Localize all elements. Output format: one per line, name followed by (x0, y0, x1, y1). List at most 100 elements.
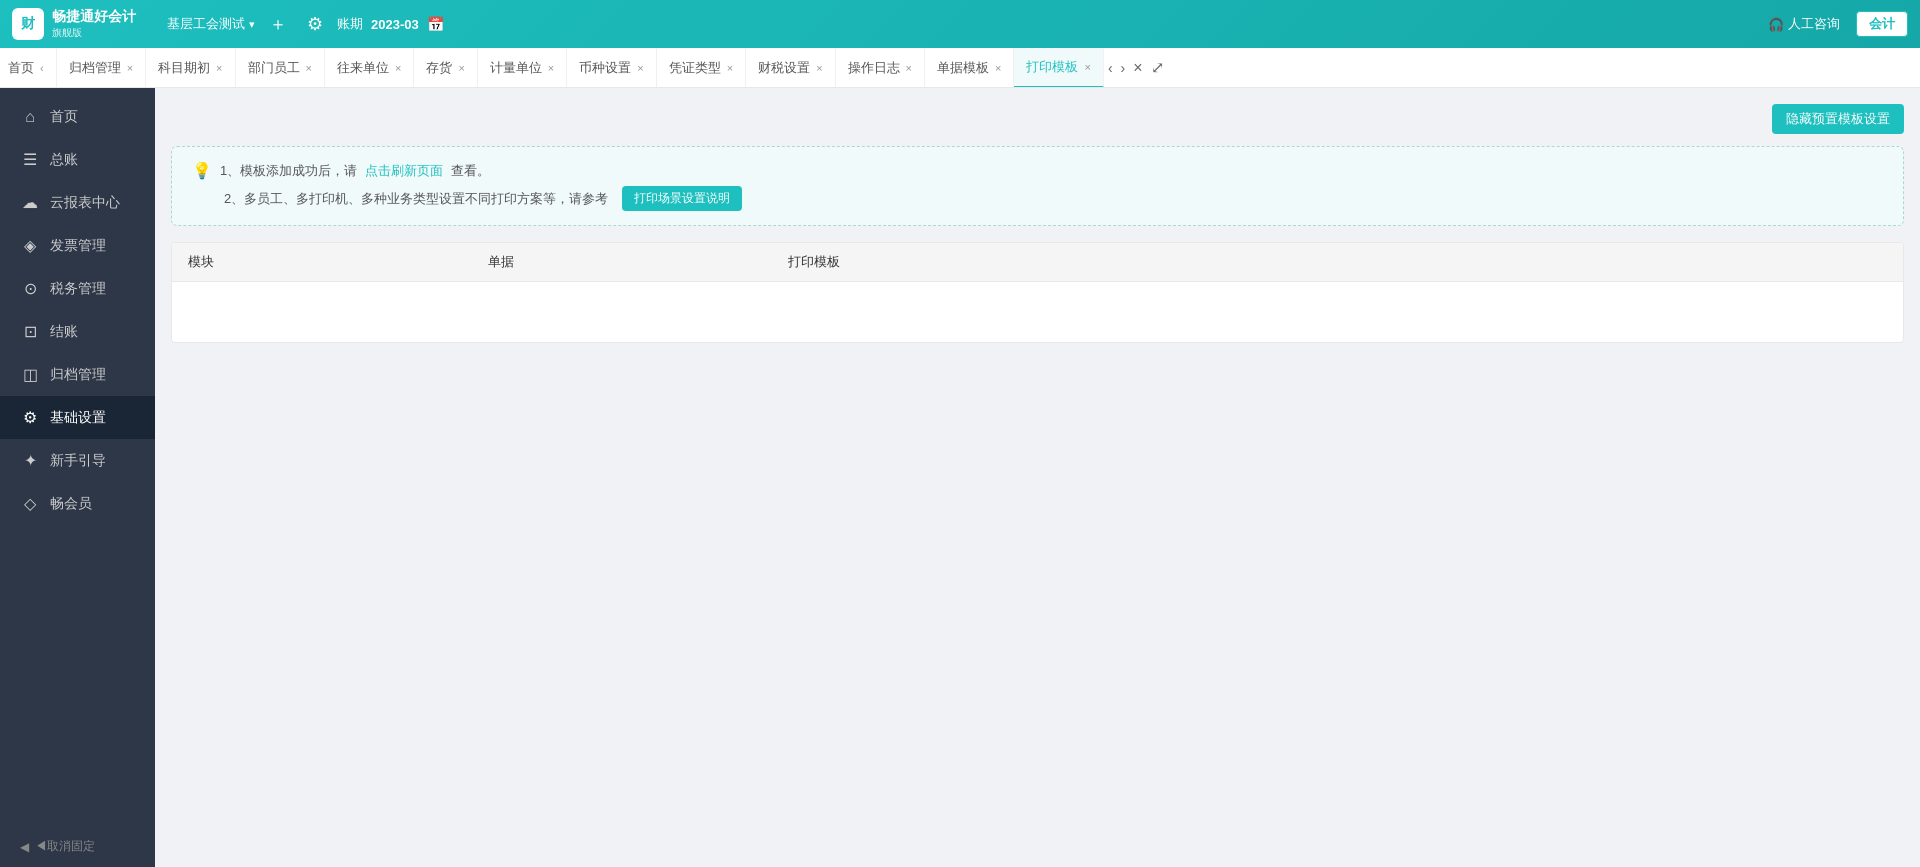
sidebar-item-invoice[interactable]: ◈ 发票管理 (0, 224, 155, 267)
tab-print-template[interactable]: 打印模板 × (1014, 48, 1103, 88)
sidebar-item-report[interactable]: ☁ 云报表中心 (0, 181, 155, 224)
tab-tax-label: 财税设置 (758, 59, 810, 77)
home-icon: ⌂ (20, 108, 40, 126)
tab-currency-label: 币种设置 (579, 59, 631, 77)
tab-tax-close-icon[interactable]: × (816, 62, 822, 74)
logo-name: 畅捷通好会计 (52, 8, 136, 26)
tab-staff-label: 部门员工 (248, 59, 300, 77)
tab-log-close-icon[interactable]: × (906, 62, 912, 74)
tab-log[interactable]: 操作日志 × (836, 48, 925, 88)
sidebar-nav: ⌂ 首页 ☰ 总账 ☁ 云报表中心 ◈ 发票管理 ⊙ 税务管理 ⊡ 结账 (0, 88, 155, 826)
sidebar-item-report-label: 云报表中心 (50, 194, 120, 212)
tab-next-button[interactable]: › (1117, 56, 1130, 80)
tab-unit-label: 往来单位 (337, 59, 389, 77)
tab-archive-close-icon[interactable]: × (127, 62, 133, 74)
col-header-template: 打印模板 (772, 243, 1903, 281)
bulb-icon: 💡 (192, 161, 212, 180)
period-value: 2023-03 (371, 17, 419, 32)
chevron-down-icon: ▾ (249, 18, 255, 31)
logo-icon: 财 (12, 8, 44, 40)
tab-measure[interactable]: 计量单位 × (478, 48, 567, 88)
add-tab-button[interactable]: ＋ (263, 8, 293, 40)
service-button[interactable]: 🎧 人工咨询 (1760, 11, 1848, 37)
kuaiji-button[interactable]: 会计 (1856, 11, 1908, 37)
refresh-page-link[interactable]: 点击刷新页面 (365, 162, 443, 180)
tab-document-template[interactable]: 单据模板 × (925, 48, 1014, 88)
tab-inventory-label: 存货 (426, 59, 452, 77)
settings-button[interactable]: ⚙ (301, 9, 329, 39)
tab-log-label: 操作日志 (848, 59, 900, 77)
tab-subject-close-icon[interactable]: × (216, 62, 222, 74)
unpin-label: ◀取消固定 (35, 838, 95, 855)
notice-line-2: 2、多员工、多打印机、多种业务类型设置不同打印方案等，请参考 打印场景设置说明 (192, 186, 1883, 211)
settings-icon: ⚙ (20, 408, 40, 427)
tab-expand-button[interactable]: ⤢ (1147, 54, 1168, 81)
col-header-module: 模块 (172, 243, 472, 281)
sidebar-item-basic-settings[interactable]: ⚙ 基础设置 (0, 396, 155, 439)
tab-document-template-close-icon[interactable]: × (995, 62, 1001, 74)
calendar-icon[interactable]: 📅 (427, 16, 444, 32)
tab-currency-close-icon[interactable]: × (637, 62, 643, 74)
tab-staff[interactable]: 部门员工 × (236, 48, 325, 88)
sidebar-item-tax[interactable]: ⊙ 税务管理 (0, 267, 155, 310)
period-label: 账期 (337, 15, 363, 33)
action-bar: 隐藏预置模板设置 (171, 104, 1904, 134)
logo-text: 畅捷通好会计 旗舰版 (52, 8, 136, 40)
tab-archive-label: 归档管理 (69, 59, 121, 77)
company-name: 基层工会测试 (167, 15, 245, 33)
tab-home-back-icon[interactable]: ‹ (40, 62, 44, 74)
ledger-icon: ☰ (20, 150, 40, 169)
sidebar-item-archive-label: 归档管理 (50, 366, 106, 384)
tab-tax[interactable]: 财税设置 × (746, 48, 835, 88)
data-table: 模块 单据 打印模板 (171, 242, 1904, 343)
sidebar-item-close-account-label: 结账 (50, 323, 78, 341)
print-scene-button[interactable]: 打印场景设置说明 (622, 186, 742, 211)
tab-measure-close-icon[interactable]: × (548, 62, 554, 74)
sidebar-item-membership[interactable]: ◇ 畅会员 (0, 482, 155, 525)
guide-icon: ✦ (20, 451, 40, 470)
logo-area: 财 畅捷通好会计 旗舰版 (12, 8, 167, 40)
tab-currency[interactable]: 币种设置 × (567, 48, 656, 88)
sidebar-item-basic-settings-label: 基础设置 (50, 409, 106, 427)
tab-home[interactable]: 首页 ‹ (8, 48, 57, 88)
sidebar: ⌂ 首页 ☰ 总账 ☁ 云报表中心 ◈ 发票管理 ⊙ 税务管理 ⊡ 结账 (0, 88, 155, 867)
logo-sub: 旗舰版 (52, 26, 136, 40)
tab-unit[interactable]: 往来单位 × (325, 48, 414, 88)
sidebar-item-ledger[interactable]: ☰ 总账 (0, 138, 155, 181)
top-header: 财 畅捷通好会计 旗舰版 基层工会测试 ▾ ＋ ⚙ 账期 2023-03 📅 🎧… (0, 0, 1920, 48)
close-account-icon: ⊡ (20, 322, 40, 341)
unpin-icon: ◀ (20, 840, 29, 854)
tax-icon: ⊙ (20, 279, 40, 298)
tab-archive[interactable]: 归档管理 × (57, 48, 146, 88)
tab-unit-close-icon[interactable]: × (395, 62, 401, 74)
tab-prev-button[interactable]: ‹ (1104, 56, 1117, 80)
tab-voucher-type-close-icon[interactable]: × (727, 62, 733, 74)
sidebar-item-guide[interactable]: ✦ 新手引导 (0, 439, 155, 482)
sidebar-unpin-button[interactable]: ◀ ◀取消固定 (0, 826, 155, 867)
notice-text-2-prefix: 2、多员工、多打印机、多种业务类型设置不同打印方案等，请参考 (224, 190, 608, 208)
tab-bar: 首页 ‹ 归档管理 × 科目期初 × 部门员工 × 往来单位 × 存货 × 计量… (0, 48, 1920, 88)
archive-icon: ◫ (20, 365, 40, 384)
invoice-icon: ◈ (20, 236, 40, 255)
hide-template-button[interactable]: 隐藏预置模板设置 (1772, 104, 1904, 134)
tab-print-template-label: 打印模板 (1026, 58, 1078, 76)
table-body (172, 282, 1903, 342)
tab-inventory[interactable]: 存货 × (414, 48, 477, 88)
table-header: 模块 单据 打印模板 (172, 243, 1903, 282)
tab-close-all-button[interactable]: × (1129, 55, 1146, 81)
tab-inventory-close-icon[interactable]: × (458, 62, 464, 74)
sidebar-item-tax-label: 税务管理 (50, 280, 106, 298)
notice-text-1-prefix: 1、模板添加成功后，请 (220, 162, 357, 180)
membership-icon: ◇ (20, 494, 40, 513)
tab-voucher-type[interactable]: 凭证类型 × (657, 48, 746, 88)
company-selector[interactable]: 基层工会测试 ▾ (167, 15, 255, 33)
sidebar-item-archive[interactable]: ◫ 归档管理 (0, 353, 155, 396)
tab-staff-close-icon[interactable]: × (306, 62, 312, 74)
content-area: 隐藏预置模板设置 💡 1、模板添加成功后，请 点击刷新页面 查看。 2、多员工、… (155, 88, 1920, 867)
tab-subject[interactable]: 科目期初 × (146, 48, 235, 88)
sidebar-item-home[interactable]: ⌂ 首页 (0, 96, 155, 138)
notice-text-1-suffix: 查看。 (451, 162, 490, 180)
notice-box: 💡 1、模板添加成功后，请 点击刷新页面 查看。 2、多员工、多打印机、多种业务… (171, 146, 1904, 226)
tab-print-template-close-icon[interactable]: × (1084, 61, 1090, 73)
sidebar-item-close-account[interactable]: ⊡ 结账 (0, 310, 155, 353)
